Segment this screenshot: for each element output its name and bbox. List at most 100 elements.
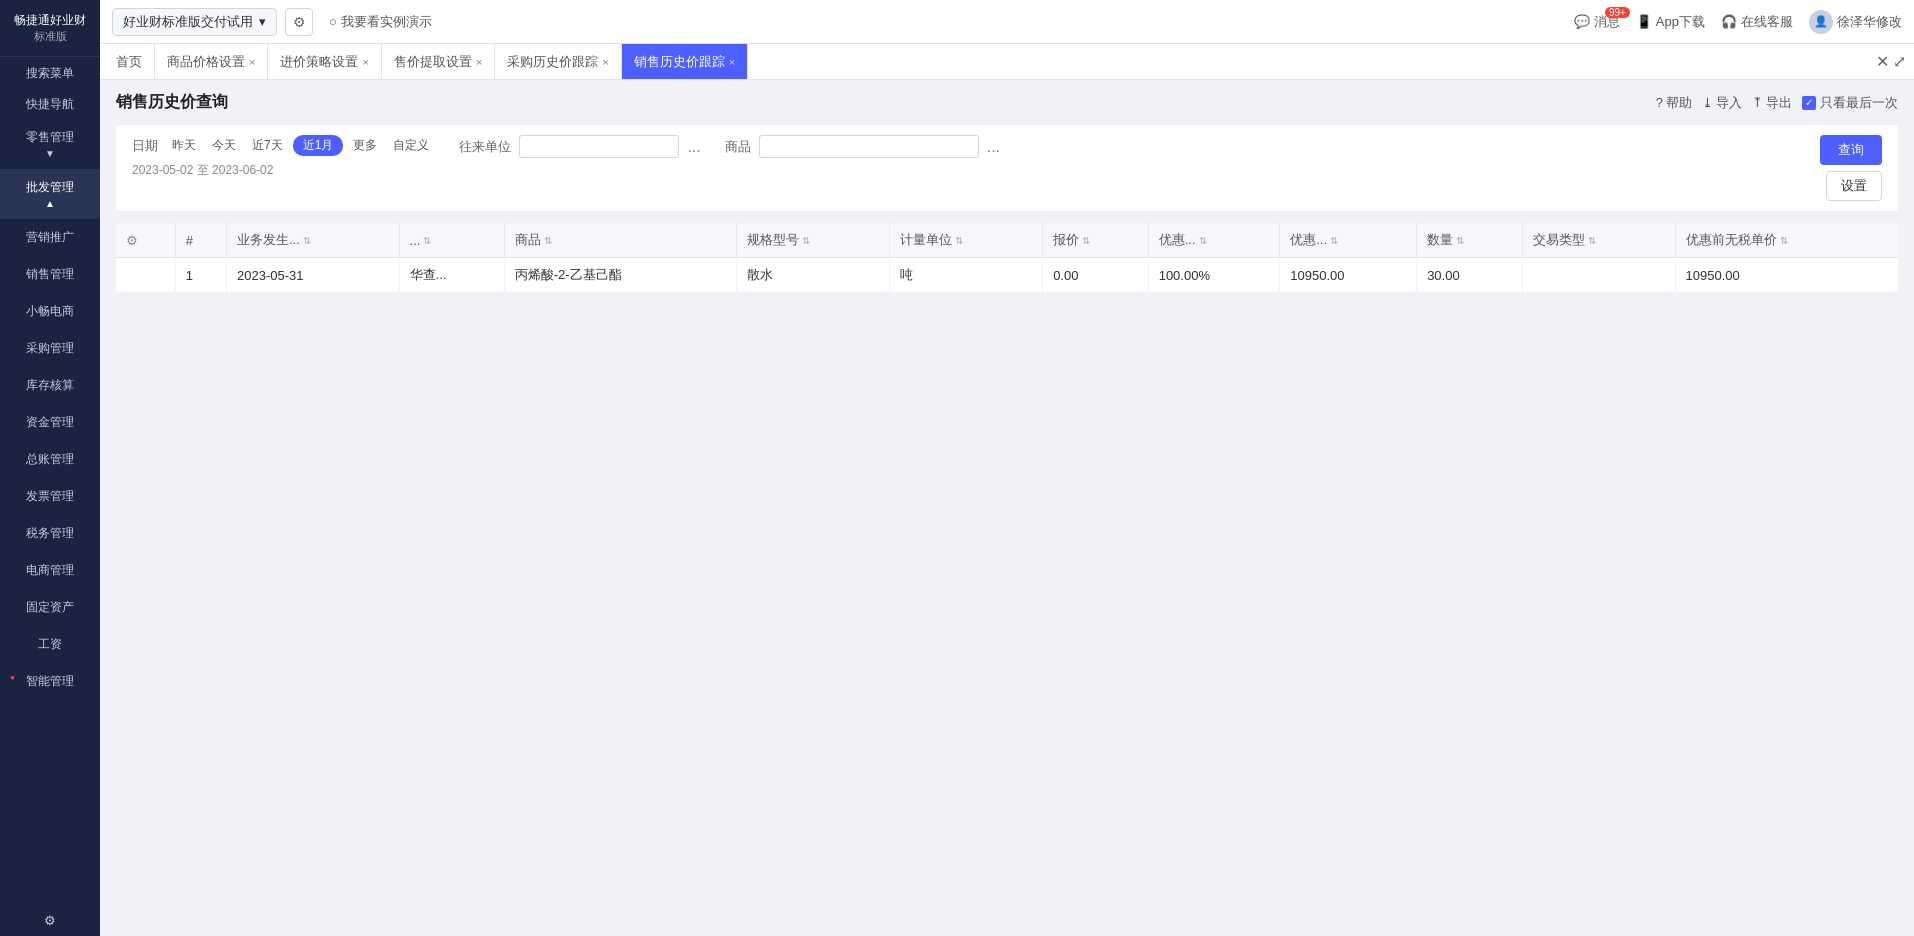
source-input[interactable]	[519, 135, 679, 158]
app-edition: 标准版	[34, 29, 67, 44]
sort-icon: ⇅	[1330, 235, 1338, 246]
tab-label: 售价提取设置	[394, 53, 472, 71]
sidebar-item-sales[interactable]: 销售管理	[0, 256, 100, 293]
tab-sales-history[interactable]: 销售历史价跟踪 ×	[622, 44, 748, 80]
user-name: 徐泽华修改	[1837, 13, 1902, 31]
gear-icon[interactable]: ⚙	[126, 233, 138, 248]
export-btn[interactable]: ⤒ 导出	[1752, 94, 1792, 112]
date-opt-today[interactable]: 今天	[206, 135, 242, 156]
tab-close-icon[interactable]: ×	[362, 56, 368, 68]
sidebar-item-xiaochu[interactable]: 小畅电商	[0, 293, 100, 330]
goods-dots-btn[interactable]: ...	[987, 138, 1000, 156]
edition-select[interactable]: 好业财标准版交付试用 ▾	[112, 8, 277, 36]
message-icon: 💬	[1574, 14, 1590, 29]
sidebar-item-label: 智能管理	[26, 673, 74, 690]
date-opt-last1m[interactable]: 近1月	[293, 135, 344, 156]
th-qty[interactable]: 数量 ⇅	[1417, 223, 1523, 258]
sidebar-settings-icon[interactable]: ⚙	[0, 905, 100, 936]
date-opt-last7[interactable]: 近7天	[246, 135, 289, 156]
date-opt-more[interactable]: 更多	[347, 135, 383, 156]
tab-close-icon[interactable]: ×	[729, 56, 735, 68]
sidebar-item-label: 资金管理	[26, 414, 74, 431]
th-price[interactable]: 报价 ⇅	[1043, 223, 1149, 258]
date-label: 日期	[132, 137, 158, 155]
cell-biz-date: 2023-05-31	[226, 258, 399, 293]
results-table: ⚙ # 业务发生... ⇅ ... ⇅	[116, 223, 1898, 293]
sidebar-item-smart[interactable]: ● 智能管理	[0, 663, 100, 700]
th-gear[interactable]: ⚙	[116, 223, 175, 258]
topbar-right: 💬 消息 99+ 📱 App下载 🎧 在线客服 👤 徐泽华修改	[1574, 10, 1902, 34]
app-download-label: App下载	[1656, 13, 1705, 31]
filter-section: 日期 昨天 今天 近7天 近1月 更多 自定义 2023-05-02 至 202…	[116, 125, 1898, 211]
sidebar-item-fixed[interactable]: 固定资产	[0, 589, 100, 626]
online-service-btn[interactable]: 🎧 在线客服	[1721, 13, 1793, 31]
th-spec[interactable]: 规格型号 ⇅	[737, 223, 890, 258]
query-button[interactable]: 查询	[1820, 135, 1882, 165]
sidebar-item-inventory[interactable]: 库存核算	[0, 367, 100, 404]
close-window-icon[interactable]: ✕	[1876, 52, 1889, 71]
date-opt-custom[interactable]: 自定义	[387, 135, 435, 156]
sidebar-item-invoice[interactable]: 发票管理	[0, 478, 100, 515]
sidebar-item-salary[interactable]: 工资	[0, 626, 100, 663]
th-pre-tax[interactable]: 优惠前无税单价 ⇅	[1675, 223, 1898, 258]
sidebar-item-label: 销售管理	[26, 266, 74, 283]
sidebar-item-general[interactable]: 总账管理	[0, 441, 100, 478]
messages-btn[interactable]: 💬 消息 99+	[1574, 13, 1620, 31]
sidebar-item-finance[interactable]: 资金管理	[0, 404, 100, 441]
th-biz-date[interactable]: 业务发生... ⇅	[226, 223, 399, 258]
topbar-setting-btn[interactable]: ⚙	[285, 8, 313, 36]
sidebar-item-marketing[interactable]: 营销推广	[0, 219, 100, 256]
source-dots-btn[interactable]: ...	[687, 138, 700, 156]
demo-link[interactable]: ○ 我要看实例演示	[329, 13, 432, 31]
sidebar-item-label: 固定资产	[26, 599, 74, 616]
page-header: 销售历史价查询 ? 帮助 ⤓ 导入 ⤒ 导出 ✓ 只看最后一次	[116, 92, 1898, 113]
th-goods[interactable]: 商品 ⇅	[504, 223, 737, 258]
cell-gear	[116, 258, 175, 293]
only-last-checkbox[interactable]: ✓ 只看最后一次	[1802, 94, 1898, 112]
source-label: 往来单位	[459, 138, 511, 156]
date-opt-yesterday[interactable]: 昨天	[166, 135, 202, 156]
sidebar-search[interactable]: 搜索菜单	[0, 57, 100, 90]
expand-window-icon[interactable]: ⤢	[1893, 52, 1906, 71]
sidebar-item-tax[interactable]: 税务管理	[0, 515, 100, 552]
cell-price: 0.00	[1043, 258, 1149, 293]
setting-button[interactable]: 设置	[1826, 171, 1882, 201]
tab-close-icon[interactable]: ×	[249, 56, 255, 68]
import-icon: ⤓	[1702, 95, 1713, 110]
cell-tx-type	[1522, 258, 1675, 293]
sort-icon: ⇅	[802, 235, 810, 246]
th-more[interactable]: ... ⇅	[399, 223, 504, 258]
tab-strategy[interactable]: 进价策略设置 ×	[268, 44, 381, 80]
tab-price-setting[interactable]: 商品价格设置 ×	[155, 44, 268, 80]
tab-close-icon[interactable]: ×	[476, 56, 482, 68]
sort-icon: ⇅	[544, 235, 552, 246]
app-download-btn[interactable]: 📱 App下载	[1636, 13, 1705, 31]
th-unit[interactable]: 计量单位 ⇅	[890, 223, 1043, 258]
cell-goods: 丙烯酸-2-乙基己酯	[504, 258, 737, 293]
tab-close-icon[interactable]: ×	[602, 56, 608, 68]
sidebar-item-ecom[interactable]: 电商管理	[0, 552, 100, 589]
download-icon: 📱	[1636, 14, 1652, 29]
sidebar-quick-nav[interactable]: 快捷导航	[0, 90, 100, 119]
goods-input[interactable]	[759, 135, 979, 158]
import-btn[interactable]: ⤓ 导入	[1702, 94, 1742, 112]
th-discount2[interactable]: 优惠... ⇅	[1280, 223, 1417, 258]
tab-home[interactable]: 首页	[104, 44, 155, 80]
help-btn[interactable]: ? 帮助	[1656, 94, 1692, 112]
export-icon: ⤒	[1752, 95, 1763, 110]
sidebar-item-retail[interactable]: 零售管理 ▼	[0, 119, 100, 169]
tab-sale-extract[interactable]: 售价提取设置 ×	[382, 44, 495, 80]
sidebar-item-purchase[interactable]: 采购管理	[0, 330, 100, 367]
cell-source: 华查...	[399, 258, 504, 293]
tab-purchase-history[interactable]: 采购历史价跟踪 ×	[495, 44, 621, 80]
th-discount1[interactable]: 优惠... ⇅	[1148, 223, 1280, 258]
sidebar-item-label: 采购管理	[26, 340, 74, 357]
app-logo: 畅捷通好业财 标准版	[0, 0, 100, 57]
user-menu[interactable]: 👤 徐泽华修改	[1809, 10, 1902, 34]
sidebar-item-wholesale[interactable]: 批发管理 ▲	[0, 169, 100, 219]
cell-discount2: 10950.00	[1280, 258, 1417, 293]
sort-icon: ⇅	[1780, 235, 1788, 246]
th-tx-type[interactable]: 交易类型 ⇅	[1522, 223, 1675, 258]
table-row[interactable]: 1 2023-05-31 华查... 丙烯酸-2-乙基己酯 散水 吨 0.00 …	[116, 258, 1898, 293]
user-icon: 👤	[1814, 15, 1828, 28]
